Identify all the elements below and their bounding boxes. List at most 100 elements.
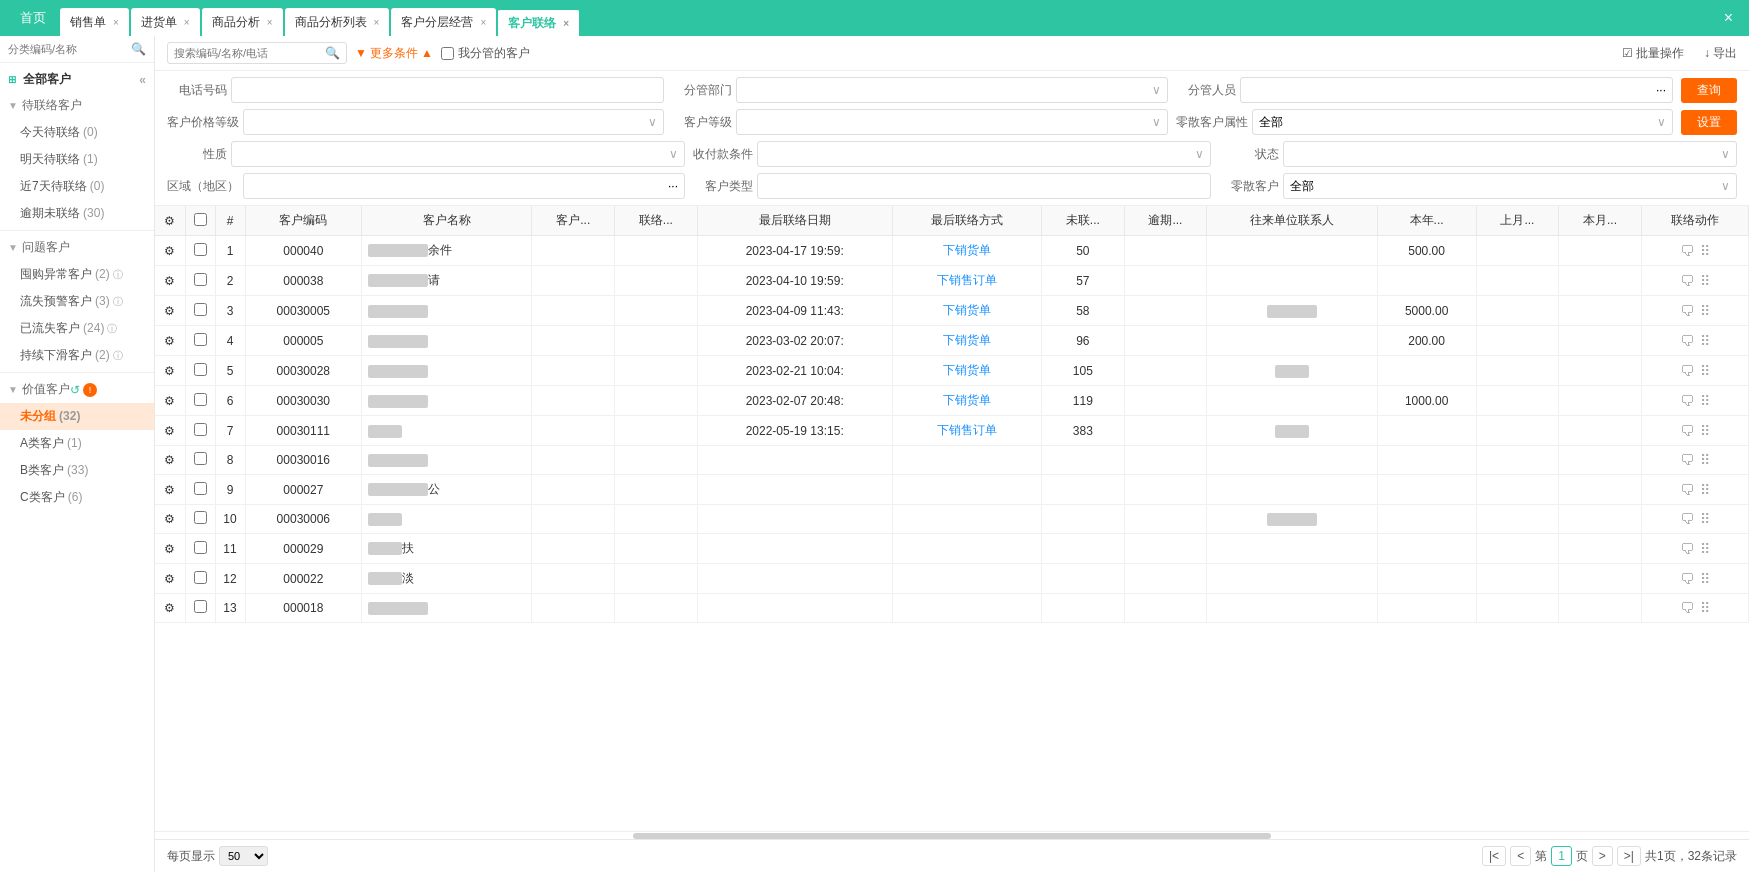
close-icon[interactable]: × <box>184 17 190 28</box>
export-btn[interactable]: ↓ 导出 <box>1704 45 1737 62</box>
tab-customer-segment[interactable]: 客户分层经营 × <box>391 8 496 36</box>
action-cell[interactable]: 🗨⠿ <box>1641 416 1748 446</box>
row-select-checkbox[interactable] <box>194 482 207 495</box>
close-icon[interactable]: × <box>480 17 486 28</box>
more-action-icon[interactable]: ⠿ <box>1700 482 1710 498</box>
sidebar-item-overdue[interactable]: 逾期未联络 (30) <box>0 200 154 227</box>
last-month-col-header[interactable]: 上月... <box>1476 206 1559 236</box>
first-page-btn[interactable]: |< <box>1482 846 1506 866</box>
row-gear-icon[interactable]: ⚙ <box>155 296 185 326</box>
contact-icon[interactable]: 🗨 <box>1680 333 1694 349</box>
sidebar-item-churn-warning[interactable]: 流失预警客户 (3) ⓘ <box>0 288 154 315</box>
next-page-btn[interactable]: > <box>1592 846 1613 866</box>
more-action-icon[interactable]: ⠿ <box>1700 511 1710 527</box>
row-select-checkbox[interactable] <box>194 600 207 613</box>
more-action-icon[interactable]: ⠿ <box>1700 273 1710 289</box>
dept-select[interactable]: ∨ <box>736 77 1169 103</box>
nature-select[interactable]: ∨ <box>231 141 685 167</box>
sidebar-group-value[interactable]: ▼ 价值客户 ↺ ! <box>0 376 154 403</box>
code-col-header[interactable]: 客户编码 <box>245 206 362 236</box>
contact-col-header[interactable]: 联络... <box>615 206 698 236</box>
more-action-icon[interactable]: ⠿ <box>1700 333 1710 349</box>
row-gear-icon[interactable]: ⚙ <box>155 446 185 475</box>
action-cell[interactable]: 🗨⠿ <box>1641 534 1748 564</box>
sidebar-item-class-a[interactable]: A类客户 (1) <box>0 430 154 457</box>
my-customers-check[interactable] <box>441 47 454 60</box>
row-select-checkbox[interactable] <box>194 333 207 346</box>
prev-page-btn[interactable]: < <box>1510 846 1531 866</box>
collapse-icon[interactable]: « <box>139 73 146 87</box>
row-select-checkbox[interactable] <box>194 243 207 256</box>
last-contact-method[interactable] <box>892 475 1041 505</box>
contact-icon[interactable]: 🗨 <box>1680 600 1694 616</box>
row-gear-icon[interactable]: ⚙ <box>155 564 185 594</box>
last-contact-method[interactable] <box>892 505 1041 534</box>
action-cell[interactable]: 🗨⠿ <box>1641 386 1748 416</box>
row-select-checkbox[interactable] <box>194 303 207 316</box>
row-checkbox[interactable] <box>185 356 215 386</box>
search-box[interactable]: 🔍 <box>167 42 347 64</box>
more-conditions-btn[interactable]: ▼ 更多条件 ▲ <box>355 45 433 62</box>
more-action-icon[interactable]: ⠿ <box>1700 423 1710 439</box>
page-size-select[interactable]: 50 100 <box>219 846 268 866</box>
batch-ops-btn[interactable]: ☑ 批量操作 <box>1622 45 1684 62</box>
contact-icon[interactable]: 🗨 <box>1680 452 1694 468</box>
row-select-checkbox[interactable] <box>194 273 207 286</box>
row-gear-icon[interactable]: ⚙ <box>155 356 185 386</box>
action-cell[interactable]: 🗨⠿ <box>1641 446 1748 475</box>
checkbox-col-header[interactable] <box>185 206 215 236</box>
search-input[interactable] <box>174 47 321 59</box>
sidebar-item-today-pending[interactable]: 今天待联络 (0) <box>0 119 154 146</box>
last-contact-method[interactable] <box>892 564 1041 594</box>
sidebar-group-pending[interactable]: ▼ 待联络客户 <box>0 92 154 119</box>
cust-type-input[interactable] <box>757 173 1211 199</box>
row-gear-icon[interactable]: ⚙ <box>155 266 185 296</box>
contact-icon[interactable]: 🗨 <box>1680 273 1694 289</box>
action-cell[interactable]: 🗨⠿ <box>1641 594 1748 623</box>
close-icon[interactable]: × <box>563 18 569 29</box>
query-button[interactable]: 查询 <box>1681 78 1737 103</box>
overdue-col-header[interactable]: 逾期... <box>1124 206 1207 236</box>
row-checkbox[interactable] <box>185 416 215 446</box>
partner-col-header[interactable]: 往来单位联系人 <box>1207 206 1377 236</box>
last-contact-method[interactable]: 下销售订单 <box>892 416 1041 446</box>
row-checkbox[interactable] <box>185 296 215 326</box>
row-select-checkbox[interactable] <box>194 571 207 584</box>
sidebar-item-class-b[interactable]: B类客户 (33) <box>0 457 154 484</box>
price-level-select[interactable]: ∨ <box>243 109 664 135</box>
category-search-input[interactable] <box>8 43 131 55</box>
status-select[interactable]: ∨ <box>1283 141 1737 167</box>
sidebar-item-tomorrow-pending[interactable]: 明天待联络 (1) <box>0 146 154 173</box>
row-gear-icon[interactable]: ⚙ <box>155 386 185 416</box>
sidebar-item-declining[interactable]: 持续下滑客户 (2) ⓘ <box>0 342 154 369</box>
type-col-header[interactable]: 客户... <box>532 206 615 236</box>
row-select-checkbox[interactable] <box>194 423 207 436</box>
contact-icon[interactable]: 🗨 <box>1680 541 1694 557</box>
more-action-icon[interactable]: ⠿ <box>1700 243 1710 259</box>
more-action-icon[interactable]: ⠿ <box>1700 571 1710 587</box>
last-method-col-header[interactable]: 最后联络方式 <box>892 206 1041 236</box>
refresh-icon[interactable]: ↺ <box>70 383 80 397</box>
this-year-col-header[interactable]: 本年... <box>1377 206 1476 236</box>
row-checkbox[interactable] <box>185 446 215 475</box>
this-month-col-header[interactable]: 本月... <box>1559 206 1642 236</box>
more-action-icon[interactable]: ⠿ <box>1700 452 1710 468</box>
row-checkbox[interactable] <box>185 534 215 564</box>
action-cell[interactable]: 🗨⠿ <box>1641 236 1748 266</box>
close-icon[interactable]: × <box>267 17 273 28</box>
sidebar-item-class-c[interactable]: C类客户 (6) <box>0 484 154 511</box>
sidebar-item-ungrouped[interactable]: 未分组 (32) <box>0 403 154 430</box>
row-checkbox[interactable] <box>185 475 215 505</box>
name-col-header[interactable]: 客户名称 <box>362 206 532 236</box>
my-customers-checkbox[interactable]: 我分管的客户 <box>441 45 530 62</box>
last-page-btn[interactable]: >| <box>1617 846 1641 866</box>
contact-icon[interactable]: 🗨 <box>1680 363 1694 379</box>
sidebar-item-abnormal[interactable]: 囤购异常客户 (2) ⓘ <box>0 261 154 288</box>
action-cell[interactable]: 🗨⠿ <box>1641 326 1748 356</box>
row-checkbox[interactable] <box>185 386 215 416</box>
last-contact-method[interactable]: 下销货单 <box>892 326 1041 356</box>
contact-icon[interactable]: 🗨 <box>1680 511 1694 527</box>
more-action-icon[interactable]: ⠿ <box>1700 600 1710 616</box>
close-icon[interactable]: × <box>374 17 380 28</box>
row-select-checkbox[interactable] <box>194 393 207 406</box>
